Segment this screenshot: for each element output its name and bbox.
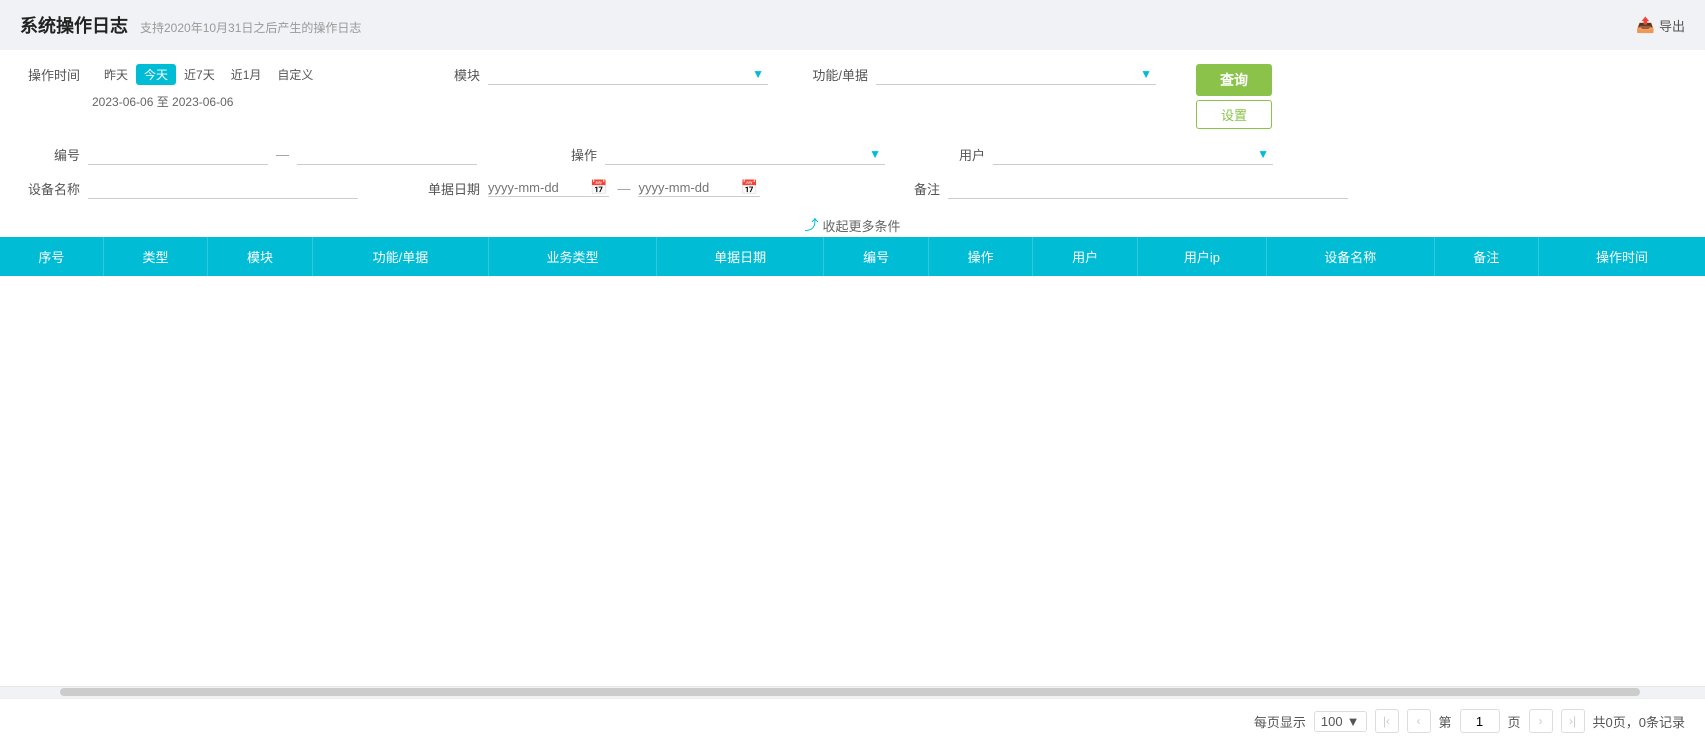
time-btn-yesterday[interactable]: 昨天 [96,64,136,85]
module-dropdown-icon: ▼ [752,67,764,81]
settings-button[interactable]: 设置 [1196,100,1272,129]
collapse-row: ⤴ 收起更多条件 [20,209,1685,237]
date-end-input[interactable] [638,180,738,195]
table-col-设备名称: 设备名称 [1266,237,1434,276]
collapse-icon: ⤴ [804,215,818,235]
operation-label: 操作 [537,145,597,164]
first-page-button[interactable]: |‹ [1375,709,1399,733]
user-dropdown-icon: ▼ [1257,147,1269,161]
user-label: 用户 [925,145,985,164]
table-col-用户: 用户 [1033,237,1137,276]
horizontal-scrollbar[interactable] [0,686,1705,698]
data-table: 序号类型模块功能/单据业务类型单据日期编号操作用户用户ip设备名称备注操作时间 [0,237,1705,636]
module-select[interactable]: ▼ [488,64,768,85]
table-col-备注: 备注 [1434,237,1538,276]
page-subtitle: 支持2020年10月31日之后产生的操作日志 [140,19,361,36]
code-label: 编号 [20,145,80,164]
filter-section: 操作时间 昨天 今天 近7天 近1月 自定义 2023-06-06 至 2023… [0,50,1705,237]
table-col-操作时间: 操作时间 [1539,237,1705,276]
page-number-input[interactable] [1460,709,1500,733]
time-btn-custom[interactable]: 自定义 [269,64,321,85]
date-start-wrap: 📅 [488,179,609,197]
user-select[interactable]: ▼ [993,144,1273,165]
function-dropdown-icon: ▼ [1140,67,1152,81]
per-page-label: 每页显示 [1254,712,1306,731]
page-suffix: 页 [1508,712,1521,731]
pagination: 每页显示 100 ▼ |‹ ‹ 第 页 › ›| 共0页，0条记录 [0,698,1705,743]
next-page-button[interactable]: › [1529,709,1553,733]
query-button[interactable]: 查询 [1196,64,1272,96]
operation-select[interactable]: ▼ [605,144,885,165]
table-col-模块: 模块 [208,237,312,276]
page-title: 系统操作日志 [20,12,128,38]
scrollbar-thumb [60,688,1640,696]
per-page-dropdown-icon: ▼ [1347,714,1360,729]
collapse-label: 收起更多条件 [822,216,900,235]
voucher-date-label: 单据日期 [420,179,480,198]
page-label: 第 [1439,712,1452,731]
time-filter-group: 昨天 今天 近7天 近1月 自定义 [96,64,321,85]
function-label: 功能/单据 [808,65,868,84]
module-label: 模块 [420,65,480,84]
table-col-编号: 编号 [824,237,928,276]
device-label: 设备名称 [20,179,80,198]
calendar-end-icon[interactable]: 📅 [738,179,759,196]
remark-input[interactable] [948,177,1348,199]
time-btn-1month[interactable]: 近1月 [223,64,270,85]
table-col-类型: 类型 [103,237,207,276]
code-to-input[interactable] [297,143,477,165]
code-from-input[interactable] [88,143,268,165]
export-button[interactable]: 📤 导出 [1636,16,1685,35]
remark-label: 备注 [880,179,940,198]
calendar-start-icon[interactable]: 📅 [588,179,609,196]
total-info: 共0页，0条记录 [1593,712,1685,731]
prev-page-button[interactable]: ‹ [1407,709,1431,733]
per-page-select[interactable]: 100 ▼ [1314,711,1367,732]
date-dash: — [617,181,630,196]
last-page-button[interactable]: ›| [1561,709,1585,733]
date-start-input[interactable] [488,180,588,195]
table-body [0,276,1705,636]
table-col-功能/单据: 功能/单据 [312,237,488,276]
collapse-button[interactable]: ⤴ 收起更多条件 [804,215,900,235]
export-icon: 📤 [1636,16,1655,34]
device-input[interactable] [88,177,358,199]
data-table-wrapper: 序号类型模块功能/单据业务类型单据日期编号操作用户用户ip设备名称备注操作时间 [0,237,1705,686]
time-btn-today[interactable]: 今天 [136,64,176,85]
time-date-range: 2023-06-06 至 2023-06-06 [92,95,233,109]
operation-dropdown-icon: ▼ [869,147,881,161]
export-label: 导出 [1659,16,1685,35]
function-select[interactable]: ▼ [876,64,1156,85]
table-col-操作: 操作 [928,237,1032,276]
table-header-row: 序号类型模块功能/单据业务类型单据日期编号操作用户用户ip设备名称备注操作时间 [0,237,1705,276]
table-col-单据日期: 单据日期 [656,237,824,276]
table-col-业务类型: 业务类型 [489,237,657,276]
time-btn-7days[interactable]: 近7天 [176,64,223,85]
per-page-value: 100 [1321,714,1343,729]
table-col-序号: 序号 [0,237,103,276]
table-col-用户ip: 用户ip [1137,237,1266,276]
time-label: 操作时间 [20,65,80,84]
code-dash: — [276,147,289,162]
date-end-wrap: 📅 [638,179,759,197]
